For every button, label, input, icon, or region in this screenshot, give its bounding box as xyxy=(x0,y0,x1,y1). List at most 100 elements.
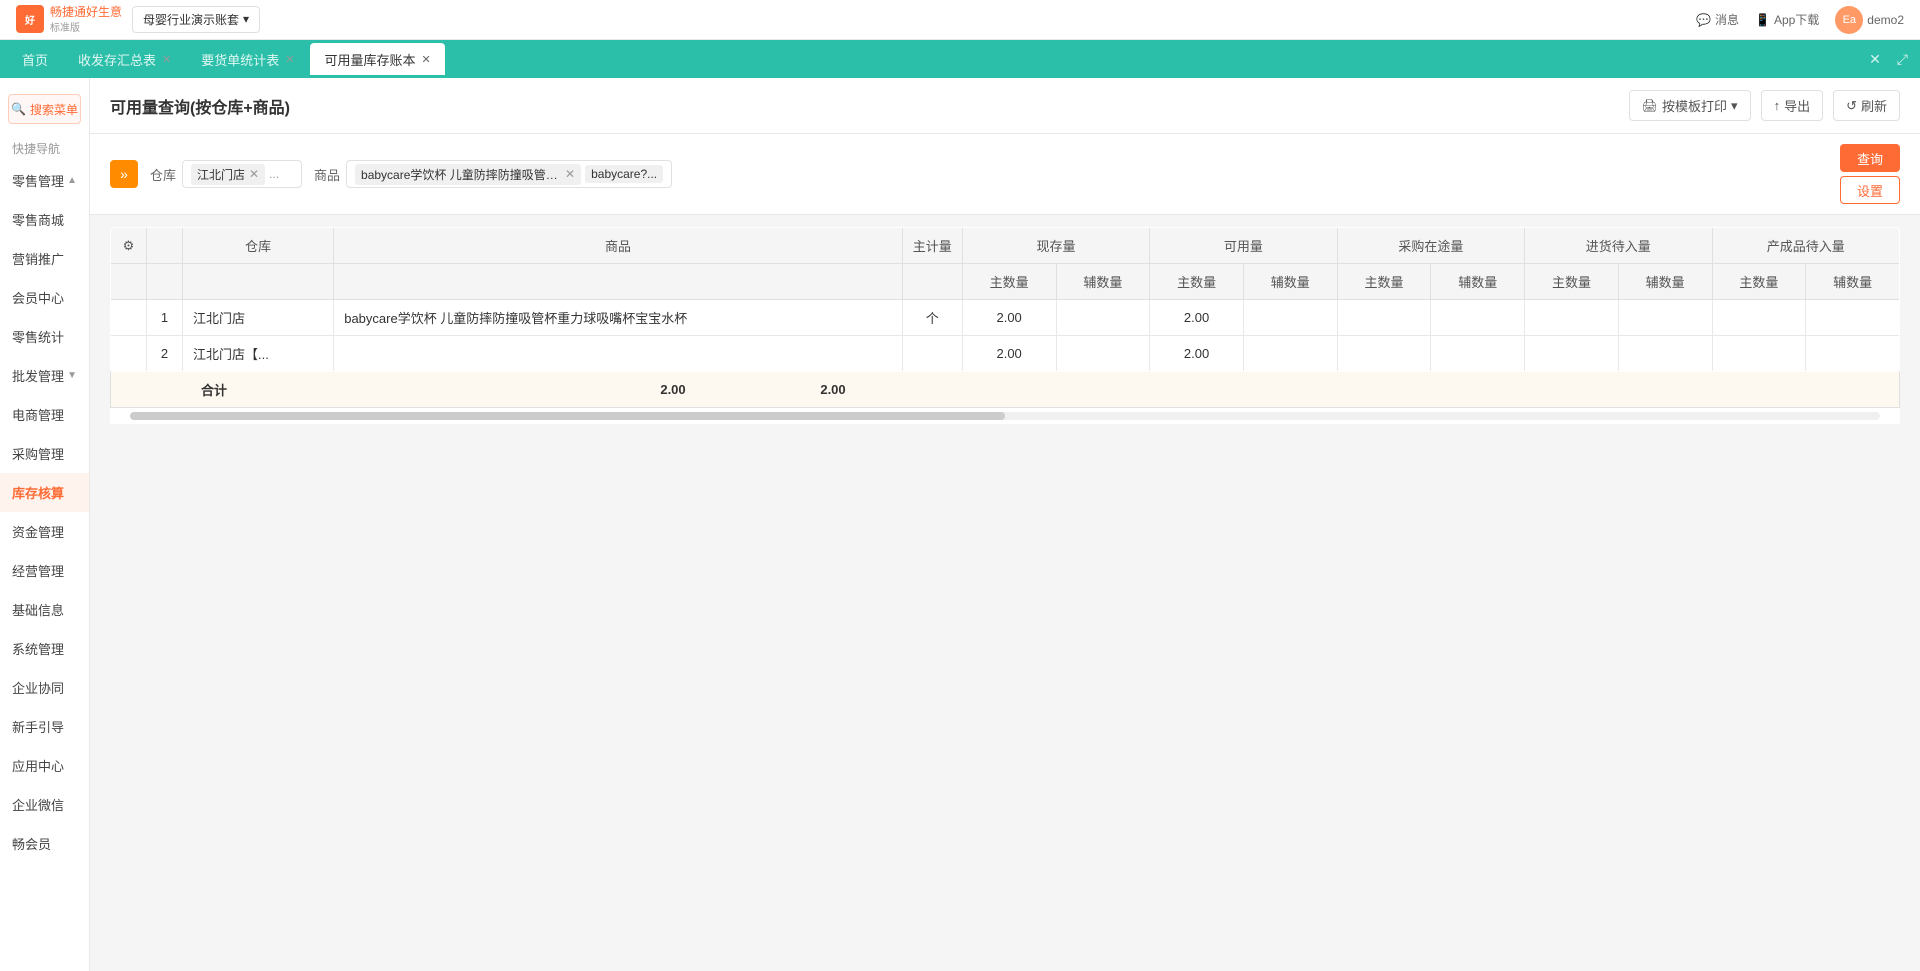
product-tag-1: babycare学饮杯 儿童防摔防撞吸管杯重力球吸嘴杯宝宝水杯 ✕ xyxy=(355,164,581,185)
product-tag-1-close[interactable]: ✕ xyxy=(565,167,575,181)
export-icon: ↑ xyxy=(1774,98,1781,113)
row-avail-main-1: 2.00 xyxy=(1150,336,1244,372)
row-gear-0 xyxy=(111,300,147,336)
row-warehouse-0: 江北门店 xyxy=(183,300,334,336)
table-row: 1 江北门店 babycare学饮杯 儿童防摔防撞吸管杯重力球吸嘴杯宝宝水杯 个… xyxy=(111,300,1900,336)
sidebar-item-ecommerce-mgmt[interactable]: 电商管理 xyxy=(0,395,89,434)
sidebar-item-member-club[interactable]: 畅会员 xyxy=(0,824,89,863)
scrollbar-thumb[interactable] xyxy=(130,412,1005,420)
print-icon: 🖨 xyxy=(1642,98,1659,114)
chevron-down-icon: ▾ xyxy=(1731,98,1738,114)
sidebar-item-marketing[interactable]: 营销推广 xyxy=(0,239,89,278)
th-purchase-transit: 采购在途量 xyxy=(1337,228,1524,264)
total-stock-main: 2.00 xyxy=(633,382,713,397)
row-stock-main-1: 2.00 xyxy=(962,336,1056,372)
sidebar-item-finance-mgmt[interactable]: 资金管理 xyxy=(0,512,89,551)
app-download-action[interactable]: 📱 App下载 xyxy=(1755,11,1819,28)
th-avail-aux: 辅数量 xyxy=(1243,264,1337,300)
row-stock-main-0: 2.00 xyxy=(962,300,1056,336)
th-available: 可用量 xyxy=(1150,228,1337,264)
th-arrival-pending: 进货待入量 xyxy=(1525,228,1712,264)
sidebar-item-wholesale-mgmt[interactable]: 批发管理 xyxy=(0,356,89,395)
sidebar: 🔍 搜索菜单 快捷导航 零售管理 零售商城 营销推广 会员中心 零售统计 批发管… xyxy=(0,78,90,971)
product-tag-2: babycare?... xyxy=(585,165,663,183)
row-unit-0: 个 xyxy=(902,300,962,336)
table-footer: 合计 2.00 2.00 xyxy=(110,372,1900,408)
warehouse-filter-input[interactable]: 江北门店 ✕ ... xyxy=(182,160,302,188)
row-arrival-main-1 xyxy=(1525,336,1619,372)
tab-home[interactable]: 首页 xyxy=(8,43,62,75)
th-stock-main: 主数量 xyxy=(962,264,1056,300)
tab-order-stats-label: 要货单统计表 xyxy=(201,50,279,69)
close-window-btn[interactable]: ✕ xyxy=(1865,49,1885,70)
export-btn[interactable]: ↑ 导出 xyxy=(1761,90,1824,121)
row-avail-main-0: 2.00 xyxy=(1150,300,1244,336)
query-btn[interactable]: 查询 xyxy=(1840,144,1900,172)
scrollbar-track[interactable] xyxy=(130,412,1880,420)
sidebar-item-purchase-mgmt[interactable]: 采购管理 xyxy=(0,434,89,473)
row-purchase-aux-1 xyxy=(1431,336,1525,372)
tab-available-stock[interactable]: 可用量库存账本 ✕ xyxy=(310,43,444,75)
product-filter-input[interactable]: babycare学饮杯 儿童防摔防撞吸管杯重力球吸嘴杯宝宝水杯 ✕ babyca… xyxy=(346,160,672,188)
sidebar-item-enterprise-wechat[interactable]: 企业微信 xyxy=(0,785,89,824)
th-finished-pending: 产成品待入量 xyxy=(1712,228,1899,264)
tab-summary-close[interactable]: ✕ xyxy=(162,53,171,66)
brand-name: 畅捷通好生意 xyxy=(50,5,122,19)
sidebar-item-operation-mgmt[interactable]: 经营管理 xyxy=(0,551,89,590)
filter-bar: » 仓库 江北门店 ✕ ... 商品 babycare学饮杯 儿童防摔防撞吸管杯… xyxy=(90,134,1920,215)
sidebar-item-enterprise-collab[interactable]: 企业协同 xyxy=(0,668,89,707)
tab-available-stock-label: 可用量库存账本 xyxy=(324,50,415,69)
sidebar-item-new-guide[interactable]: 新手引导 xyxy=(0,707,89,746)
row-gear-1 xyxy=(111,336,147,372)
filter-toggle-btn[interactable]: » xyxy=(110,160,138,188)
data-table: ⚙ 仓库 商品 主计量 现存量 可用量 采购在途量 进货待入量 产成品待入量 xyxy=(110,227,1900,372)
top-bar-right: 💬 消息 📱 App下载 Ea demo2 xyxy=(1696,6,1904,34)
sidebar-item-retail-mall[interactable]: 零售商城 xyxy=(0,200,89,239)
refresh-btn[interactable]: ↺ 刷新 xyxy=(1833,90,1900,121)
industry-selector[interactable]: 母婴行业演示账套 ▾ xyxy=(132,6,260,33)
tab-order-stats-close[interactable]: ✕ xyxy=(285,53,294,66)
template-print-btn[interactable]: 🖨 按模板打印 ▾ xyxy=(1629,90,1751,121)
expand-icon: » xyxy=(120,166,128,182)
th-main-unit: 主计量 xyxy=(902,228,962,264)
user-action[interactable]: Ea demo2 xyxy=(1835,6,1904,34)
sidebar-item-system-mgmt[interactable]: 系统管理 xyxy=(0,629,89,668)
product-tag-2-value: babycare?... xyxy=(591,167,657,181)
warehouse-ellipsis[interactable]: ... xyxy=(269,167,279,181)
tab-summary-label: 收发存汇总表 xyxy=(78,50,156,69)
table-row: 2 江北门店【... 2.00 2.00 xyxy=(111,336,1900,372)
tab-home-label: 首页 xyxy=(22,50,48,69)
warehouse-tag-close[interactable]: ✕ xyxy=(249,167,259,181)
sidebar-item-inventory-check[interactable]: 库存核算 xyxy=(0,473,89,512)
app-icon: 📱 xyxy=(1755,13,1770,27)
sidebar-item-retail-mgmt[interactable]: 零售管理 xyxy=(0,161,89,200)
brand: 好 畅捷通好生意 标准版 xyxy=(16,5,122,34)
sidebar-item-retail-stats[interactable]: 零售统计 xyxy=(0,317,89,356)
th-main-unit-2 xyxy=(902,264,962,300)
tab-order-stats[interactable]: 要货单统计表 ✕ xyxy=(187,43,308,75)
th-gear-2 xyxy=(111,264,147,300)
row-avail-aux-1 xyxy=(1243,336,1337,372)
sidebar-item-app-center[interactable]: 应用中心 xyxy=(0,746,89,785)
sidebar-item-member-center[interactable]: 会员中心 xyxy=(0,278,89,317)
row-purchase-aux-0 xyxy=(1431,300,1525,336)
tab-available-stock-close[interactable]: ✕ xyxy=(422,53,431,66)
setting-btn[interactable]: 设置 xyxy=(1840,176,1900,204)
tab-summary[interactable]: 收发存汇总表 ✕ xyxy=(64,43,185,75)
search-menu-label: 搜索菜单 xyxy=(30,101,78,118)
th-stock-aux: 辅数量 xyxy=(1056,264,1150,300)
row-index-0: 1 xyxy=(147,300,183,336)
search-menu-button[interactable]: 🔍 搜索菜单 xyxy=(8,94,81,124)
th-gear[interactable]: ⚙ xyxy=(111,228,147,264)
top-bar-left: 好 畅捷通好生意 标准版 母婴行业演示账套 ▾ xyxy=(16,5,260,34)
sidebar-item-basic-info[interactable]: 基础信息 xyxy=(0,590,89,629)
search-icon: 🔍 xyxy=(11,102,26,116)
th-current-stock: 现存量 xyxy=(962,228,1149,264)
th-purchase-main: 主数量 xyxy=(1337,264,1431,300)
message-action[interactable]: 💬 消息 xyxy=(1696,11,1739,28)
row-finished-main-1 xyxy=(1712,336,1806,372)
maximize-window-btn[interactable]: ⤢ xyxy=(1893,49,1912,70)
message-label: 消息 xyxy=(1715,11,1739,28)
row-finished-aux-1 xyxy=(1806,336,1900,372)
chevron-down-icon: ▾ xyxy=(243,12,249,26)
